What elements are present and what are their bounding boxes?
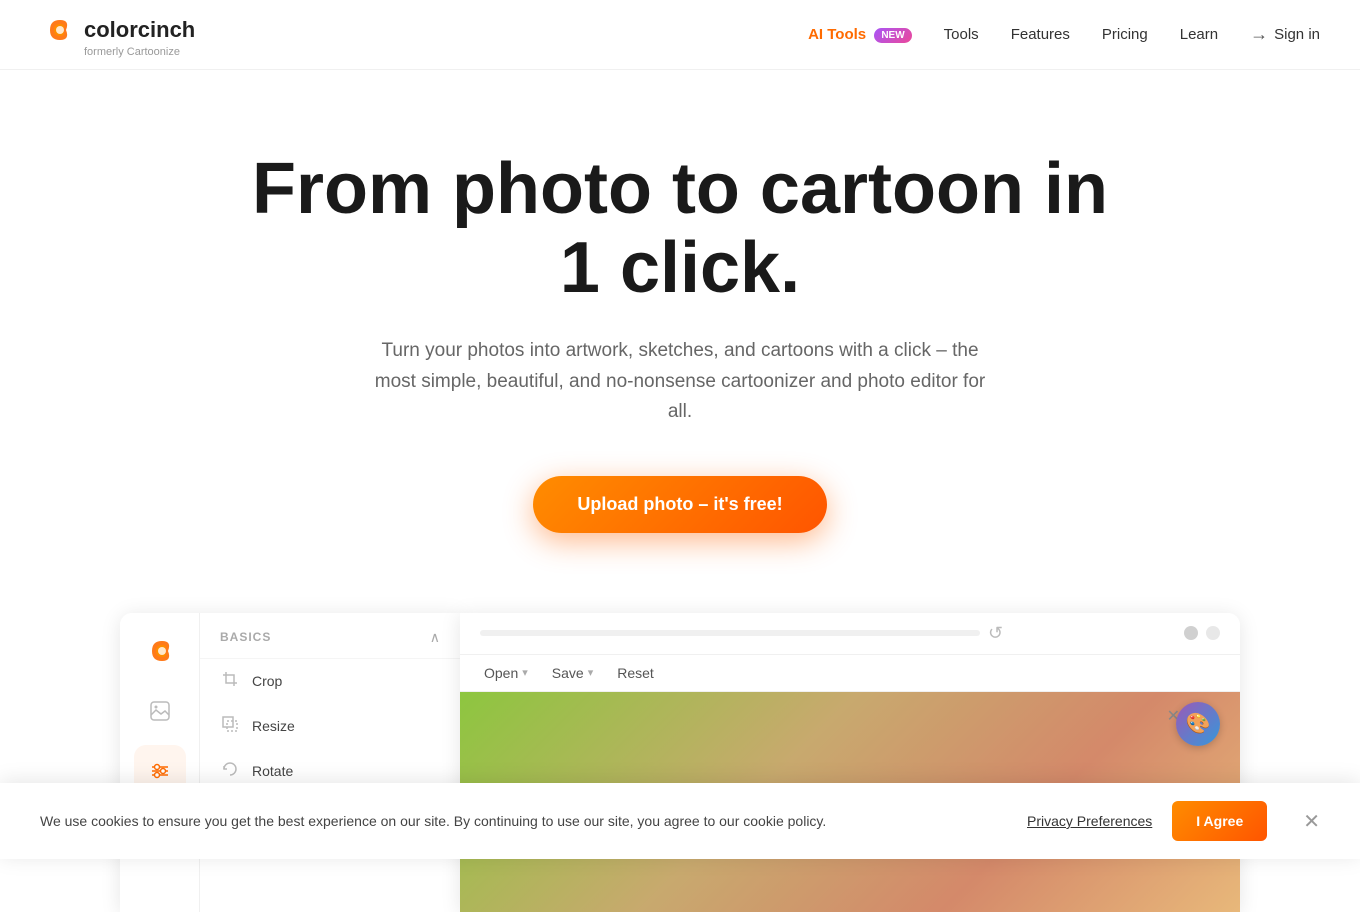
editor-progress-bar [480,630,980,636]
editor-sidebar: BASICS ∧ Crop Re [120,613,460,912]
new-badge: NEW [874,28,911,43]
nav-pricing[interactable]: Pricing [1102,26,1148,43]
rotate-label: Rotate [252,763,293,779]
crop-icon [220,671,240,692]
logo-sub: formerly Cartoonize [84,46,195,58]
basics-chevron-icon: ∧ [430,629,440,646]
editor-gallery-icon[interactable] [134,685,186,737]
signin-icon: → [1250,24,1268,45]
refresh-icon[interactable]: ↺ [988,623,1003,644]
resize-tool-item[interactable]: Resize [200,704,460,749]
basics-title: BASICS [220,630,271,644]
save-chevron-icon: ▾ [588,666,594,679]
nav-features[interactable]: Features [1011,26,1070,43]
cookie-banner: We use cookies to ensure you get the bes… [0,783,1360,859]
crop-label: Crop [252,673,282,689]
hero-subtitle: Turn your photos into artwork, sketches,… [370,336,990,427]
editor-toolbar: Open ▾ Save ▾ Reset [460,655,1240,692]
editor-logo-icon [134,625,186,677]
privacy-preferences-link[interactable]: Privacy Preferences [1027,813,1152,829]
agree-button[interactable]: I Agree [1172,801,1267,841]
resize-label: Resize [252,718,295,734]
nav-ai-tools[interactable]: AI Tools NEW [808,26,912,43]
open-button[interactable]: Open ▾ [484,665,528,681]
cookie-text: We use cookies to ensure you get the bes… [40,813,1027,829]
hero-title: From photo to cartoon in 1 click. [230,150,1130,308]
basics-section-header: BASICS ∧ [200,613,460,659]
navbar: colorcinch formerly Cartoonize AI Tools … [0,0,1360,70]
logo[interactable]: colorcinch formerly Cartoonize [40,12,195,58]
editor-main-area: ↺ Open ▾ Save ▾ Reset ✕ 🎨 [460,613,1240,912]
dot-active [1184,626,1198,640]
editor-tools-panel: BASICS ∧ Crop Re [200,613,460,912]
upload-cta-button[interactable]: Upload photo – it's free! [533,476,826,533]
open-chevron-icon: ▾ [522,666,528,679]
rotate-icon [220,761,240,782]
nav-links: AI Tools NEW Tools Features Pricing Lear… [808,24,1320,45]
editor-progress-area: ↺ [480,623,1184,644]
save-button[interactable]: Save ▾ [552,665,593,681]
editor-preview: BASICS ∧ Crop Re [80,613,1280,912]
dot-inactive [1206,626,1220,640]
resize-icon [220,716,240,737]
nav-learn[interactable]: Learn [1180,26,1218,43]
reset-button[interactable]: Reset [617,665,654,681]
editor-topbar-dots [1184,626,1220,640]
user-avatar[interactable]: 🎨 [1176,702,1220,746]
cookie-close-icon[interactable]: ✕ [1303,809,1320,834]
hero-section: From photo to cartoon in 1 click. Turn y… [0,70,1360,573]
nav-tools[interactable]: Tools [944,26,979,43]
logo-text: colorcinch [84,17,195,43]
cookie-actions: Privacy Preferences I Agree ✕ [1027,801,1320,841]
crop-tool-item[interactable]: Crop [200,659,460,704]
editor-topbar: ↺ [460,613,1240,655]
editor-icon-bar [120,613,200,912]
signin-button[interactable]: → Sign in [1250,24,1320,45]
